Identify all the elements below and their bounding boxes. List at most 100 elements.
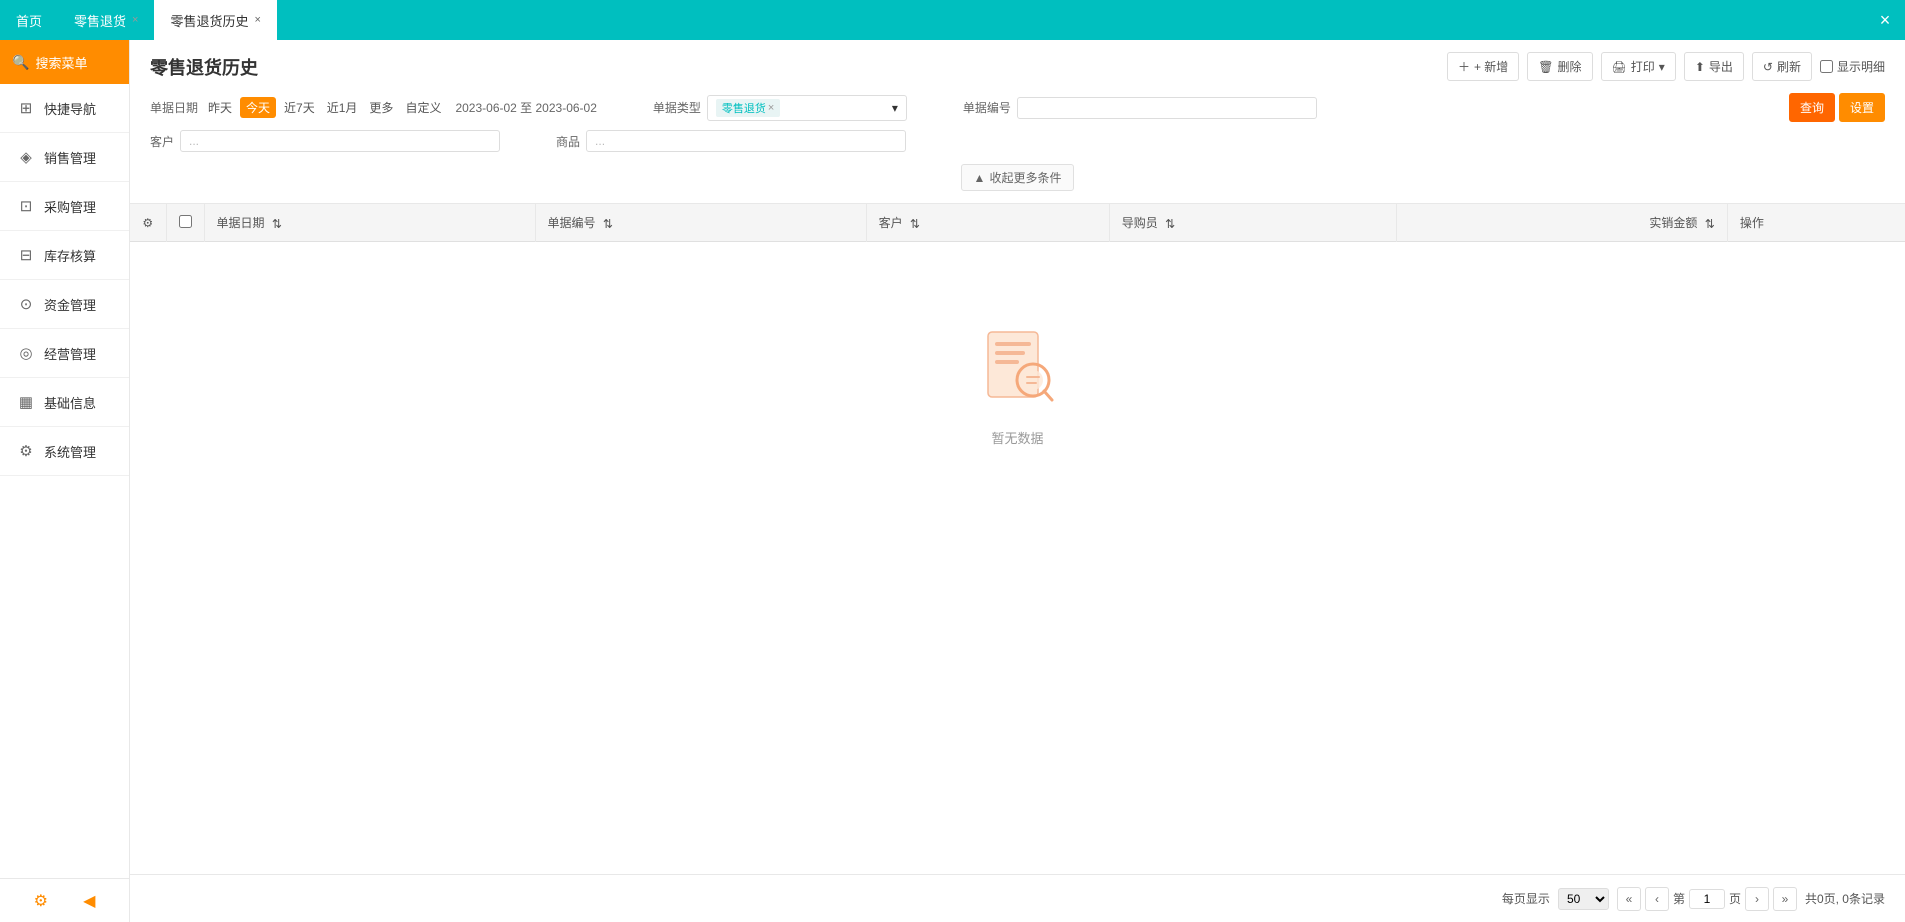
query-label: 查询: [1800, 99, 1824, 116]
sidebar-item-purchase[interactable]: ⊡ 采购管理: [0, 182, 129, 231]
sidebar-search[interactable]: 🔍 搜索菜单: [0, 40, 129, 84]
page-title-row: 零售退货历史 ＋ + 新增 🗑 删除 🖨 打印 ▾: [150, 52, 1885, 81]
settings-button[interactable]: 设置: [1839, 93, 1885, 122]
window-close-button[interactable]: ×: [1865, 0, 1905, 40]
purchase-icon: ⊡: [16, 196, 36, 216]
collapse-button[interactable]: ▲ 收起更多条件: [961, 164, 1075, 191]
tab-bar: 首页 零售退货 × 零售退货历史 ×: [0, 0, 1865, 40]
th-no: 单据编号 ⇅: [535, 204, 866, 242]
th-customer-label: 客户: [879, 216, 903, 230]
date-option-1month[interactable]: 近1月: [323, 97, 362, 118]
tab-retail-return-history-label: 零售退货历史: [170, 11, 248, 30]
sidebar-item-operations[interactable]: ◎ 经营管理: [0, 329, 129, 378]
refresh-label: 刷新: [1777, 58, 1801, 75]
tab-home-label: 首页: [16, 11, 42, 30]
column-settings-icon[interactable]: ⚙: [142, 216, 153, 230]
toolbar: ＋ + 新增 🗑 删除 🖨 打印 ▾ ⬆ 导出: [1447, 52, 1885, 81]
voucher-no-filter-group: 单据编号: [963, 97, 1317, 119]
sidebar-item-inventory[interactable]: ⊟ 库存核算: [0, 231, 129, 280]
page-label: 第: [1673, 890, 1685, 907]
sidebar-item-sales-label: 销售管理: [44, 148, 96, 167]
select-all-checkbox[interactable]: [179, 215, 192, 228]
new-button[interactable]: ＋ + 新增: [1447, 52, 1519, 81]
goods-placeholder: ...: [595, 134, 605, 148]
voucher-no-input[interactable]: [1017, 97, 1317, 119]
th-action: 操作: [1727, 204, 1905, 242]
total-records-label: 共0页, 0条记录: [1805, 890, 1885, 907]
sidebar-item-sales[interactable]: ◈ 销售管理: [0, 133, 129, 182]
query-button[interactable]: 查询: [1789, 93, 1835, 122]
sort-amount-icon[interactable]: ⇅: [1705, 217, 1715, 231]
tab-home[interactable]: 首页: [0, 0, 58, 40]
print-button[interactable]: 🖨 打印 ▾: [1601, 52, 1676, 81]
tab-retail-return-close[interactable]: ×: [132, 14, 138, 26]
pagination-bar: 每页显示 50 10 20 100 « ‹ 第 页 › » 共0页, 0条记录: [130, 874, 1905, 922]
tab-retail-return-history-close[interactable]: ×: [254, 14, 260, 26]
export-icon: ⬆: [1695, 60, 1705, 74]
settings-bottom-icon[interactable]: ⚙: [34, 891, 48, 911]
show-detail-checkbox[interactable]: [1820, 60, 1833, 73]
date-filter-label: 单据日期: [150, 99, 198, 116]
th-checkbox[interactable]: [166, 204, 204, 242]
sort-no-icon[interactable]: ⇅: [603, 217, 613, 231]
sidebar-item-system[interactable]: ⚙ 系统管理: [0, 427, 129, 476]
th-customer: 客户 ⇅: [866, 204, 1109, 242]
customer-placeholder: ...: [189, 134, 199, 148]
per-page-select[interactable]: 50 10 20 100: [1558, 888, 1609, 910]
last-page-btn[interactable]: »: [1773, 887, 1797, 911]
delete-button[interactable]: 🗑 删除: [1527, 52, 1592, 81]
voucher-type-clear[interactable]: ×: [768, 102, 774, 114]
table-container: ⚙ 单据日期 ⇅ 单据编号 ⇅: [130, 204, 1905, 874]
th-no-label: 单据编号: [548, 216, 596, 230]
finance-icon: ⊙: [16, 294, 36, 314]
page-suffix: 页: [1729, 890, 1741, 907]
sidebar-item-basic-info[interactable]: ▦ 基础信息: [0, 378, 129, 427]
voucher-type-dropdown-icon: ▾: [892, 101, 898, 115]
first-page-btn[interactable]: «: [1617, 887, 1641, 911]
prev-page-btn[interactable]: ‹: [1645, 887, 1669, 911]
voucher-no-label: 单据编号: [963, 99, 1011, 116]
date-option-7days[interactable]: 近7天: [280, 97, 319, 118]
date-option-yesterday[interactable]: 昨天: [204, 97, 236, 118]
sidebar-nav: ⊞ 快捷导航 ◈ 销售管理 ⊡ 采购管理 ⊟ 库存核算 ⊙ 资金管理 ◎ 经营管…: [0, 84, 129, 878]
date-option-more[interactable]: 更多: [365, 97, 397, 118]
sidebar-search-label: 搜索菜单: [35, 53, 87, 72]
print-dropdown-icon: ▾: [1659, 60, 1665, 74]
per-page-label: 每页显示: [1502, 890, 1550, 907]
date-filter-group: 单据日期 昨天 今天 近7天 近1月 更多 自定义 2023-06-02 至 2…: [150, 97, 597, 118]
voucher-type-label: 单据类型: [653, 99, 701, 116]
th-guide-label: 导购员: [1122, 216, 1158, 230]
sidebar-item-system-label: 系统管理: [44, 442, 96, 461]
new-icon: ＋: [1458, 58, 1470, 75]
th-settings[interactable]: ⚙: [130, 204, 166, 242]
refresh-button[interactable]: ↺ 刷新: [1752, 52, 1812, 81]
sort-date-icon[interactable]: ⇅: [272, 217, 282, 231]
main-layout: 🔍 搜索菜单 ⊞ 快捷导航 ◈ 销售管理 ⊡ 采购管理 ⊟ 库存核算 ⊙ 资金管: [0, 40, 1905, 922]
sort-guide-icon[interactable]: ⇅: [1165, 217, 1175, 231]
export-button[interactable]: ⬆ 导出: [1684, 52, 1744, 81]
show-detail-label: 显示明细: [1837, 58, 1885, 75]
tab-retail-return[interactable]: 零售退货 ×: [58, 0, 154, 40]
next-page-btn[interactable]: ›: [1745, 887, 1769, 911]
filter-row-2: 客户 ... 商品 ...: [150, 130, 1885, 152]
voucher-type-select[interactable]: 零售退货 × ▾: [707, 95, 907, 121]
tab-retail-return-history[interactable]: 零售退货历史 ×: [154, 0, 276, 40]
sidebar-item-finance[interactable]: ⊙ 资金管理: [0, 280, 129, 329]
delete-icon: 🗑: [1538, 60, 1553, 74]
voucher-type-value: 零售退货: [722, 100, 766, 116]
page-number-input[interactable]: [1689, 889, 1725, 909]
show-detail-checkbox-label[interactable]: 显示明细: [1820, 58, 1885, 75]
th-guide: 导购员 ⇅: [1109, 204, 1396, 242]
customer-label: 客户: [150, 133, 174, 150]
sidebar-item-quick-nav-label: 快捷导航: [44, 99, 96, 118]
date-option-today[interactable]: 今天: [240, 97, 276, 118]
delete-label: 删除: [1558, 58, 1582, 75]
goods-input[interactable]: ...: [586, 130, 906, 152]
date-option-custom[interactable]: 自定义: [401, 97, 445, 118]
sort-customer-icon[interactable]: ⇅: [910, 217, 920, 231]
th-amount-label: 实销金额: [1649, 216, 1697, 230]
sidebar-item-quick-nav[interactable]: ⊞ 快捷导航: [0, 84, 129, 133]
basic-info-icon: ▦: [16, 392, 36, 412]
customer-input[interactable]: ...: [180, 130, 500, 152]
collapse-sidebar-icon[interactable]: ◀: [83, 891, 95, 911]
